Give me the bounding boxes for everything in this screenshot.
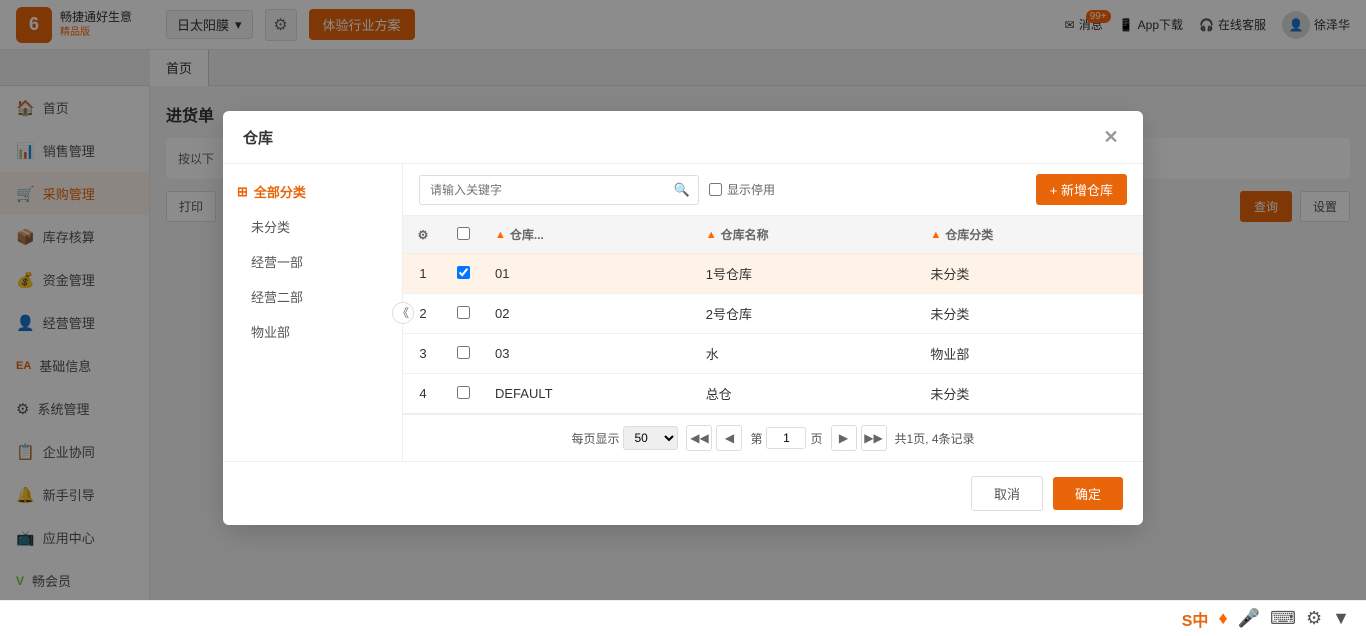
row-category: 物业部 [918,334,1143,374]
row-category: 未分类 [918,374,1143,414]
table-row[interactable]: 2 02 2号仓库 未分类 [403,294,1143,334]
per-page-dropdown[interactable]: 50 10 20 100 [623,426,678,450]
table: ⚙ ▲ 仓库... [403,216,1143,414]
settings-icon[interactable]: ⚙ [1306,608,1322,629]
right-toolbar: 🔍 显示停用 + 新增仓库 [403,164,1143,216]
modal-footer: 取消 确定 [223,461,1143,525]
warehouse-table: ⚙ ▲ 仓库... [403,216,1143,414]
page-number-input[interactable] [766,427,806,449]
page-input-area: 第 页 [750,427,822,449]
prev-page-button[interactable]: ◀ [716,425,742,451]
row-checkbox[interactable] [443,334,483,374]
sort-icon: ▲ [495,229,506,241]
row-num: 4 [403,374,443,414]
page-unit-label: 页 [810,430,822,447]
row-code: 03 [483,334,694,374]
category-item-property[interactable]: 物业部 [223,314,402,349]
brand-s-icon[interactable]: S中 [1182,607,1209,631]
sort-icon-name: ▲ [706,229,717,241]
page-size-select: 每页显示 50 10 20 100 [571,426,678,450]
table-header-row: ⚙ ▲ 仓库... [403,216,1143,254]
modal-close-button[interactable]: ✕ [1099,125,1123,149]
row-num: 3 [403,334,443,374]
warehouse-modal: 仓库 ✕ ⊞ 全部分类 未分类 经营一部 经营二部 [223,111,1143,525]
keyboard-icon[interactable]: ⌨ [1270,608,1296,629]
collapse-panel-button[interactable]: 《 [392,302,414,324]
row-checkbox[interactable] [443,254,483,294]
last-page-button[interactable]: ▶▶ [861,425,887,451]
modal-body: ⊞ 全部分类 未分类 经营一部 经营二部 物业部 《 [223,164,1143,461]
row-checkbox[interactable] [443,374,483,414]
th-category: ▲ 仓库分类 [918,216,1143,254]
modal-title: 仓库 [243,127,273,148]
row-code: 01 [483,254,694,294]
next-page-button[interactable]: ▶ [831,425,857,451]
row-name: 1号仓库 [694,254,919,294]
new-warehouse-button[interactable]: + 新增仓库 [1036,174,1127,205]
show-disabled-label: 显示停用 [709,181,775,198]
table-row[interactable]: 4 DEFAULT 总仓 未分类 [403,374,1143,414]
search-input[interactable] [420,177,666,203]
pagination-buttons: ◀◀ ◀ [686,425,742,451]
per-page-label: 每页显示 [571,430,619,447]
bottom-bar: S中 ♦ 🎤 ⌨ ⚙ ▼ [0,600,1366,636]
confirm-button[interactable]: 确定 [1053,477,1123,510]
table-row[interactable]: 1 01 1号仓库 未分类 [403,254,1143,294]
category-panel: ⊞ 全部分类 未分类 经营一部 经营二部 物业部 《 [223,164,403,461]
row-category: 未分类 [918,254,1143,294]
row-name: 2号仓库 [694,294,919,334]
pagination-next-buttons: ▶ ▶▶ [831,425,887,451]
sort-icon-cat: ▲ [930,229,941,241]
th-code: ▲ 仓库... [483,216,694,254]
page-label: 第 [750,430,762,447]
all-categories-btn[interactable]: ⊞ 全部分类 [223,174,402,209]
grid-icon: ⊞ [237,184,248,200]
diamond-icon[interactable]: ♦ [1218,608,1227,629]
row-code: DEFAULT [483,374,694,414]
show-disabled-checkbox[interactable] [709,183,722,196]
row-name: 水 [694,334,919,374]
pagination: 每页显示 50 10 20 100 ◀◀ ◀ 第 [403,414,1143,461]
row-code: 02 [483,294,694,334]
chevron-down-icon[interactable]: ▼ [1332,608,1350,629]
search-icon[interactable]: 🔍 [666,176,698,204]
category-item-ops1[interactable]: 经营一部 [223,244,402,279]
modal-overlay: 仓库 ✕ ⊞ 全部分类 未分类 经营一部 经营二部 [0,0,1366,636]
th-category-sort[interactable]: ▲ 仓库分类 [930,226,1131,243]
row-category: 未分类 [918,294,1143,334]
th-checkbox [443,216,483,254]
th-settings: ⚙ [403,216,443,254]
th-name: ▲ 仓库名称 [694,216,919,254]
mic-icon[interactable]: 🎤 [1238,608,1260,629]
first-page-button[interactable]: ◀◀ [686,425,712,451]
select-all-checkbox[interactable] [457,227,470,240]
row-checkbox[interactable] [443,294,483,334]
row-num: 1 [403,254,443,294]
right-panel: 🔍 显示停用 + 新增仓库 ⚙ [403,164,1143,461]
category-item-unclassified[interactable]: 未分类 [223,209,402,244]
modal-header: 仓库 ✕ [223,111,1143,164]
th-code-sort[interactable]: ▲ 仓库... [495,226,682,243]
settings-icon: ⚙ [418,228,429,242]
cancel-button[interactable]: 取消 [971,476,1043,511]
category-item-ops2[interactable]: 经营二部 [223,279,402,314]
row-name: 总仓 [694,374,919,414]
table-row[interactable]: 3 03 水 物业部 [403,334,1143,374]
total-records-label: 共1页, 4条记录 [895,430,975,447]
th-name-sort[interactable]: ▲ 仓库名称 [706,226,907,243]
search-input-wrap: 🔍 [419,175,699,205]
